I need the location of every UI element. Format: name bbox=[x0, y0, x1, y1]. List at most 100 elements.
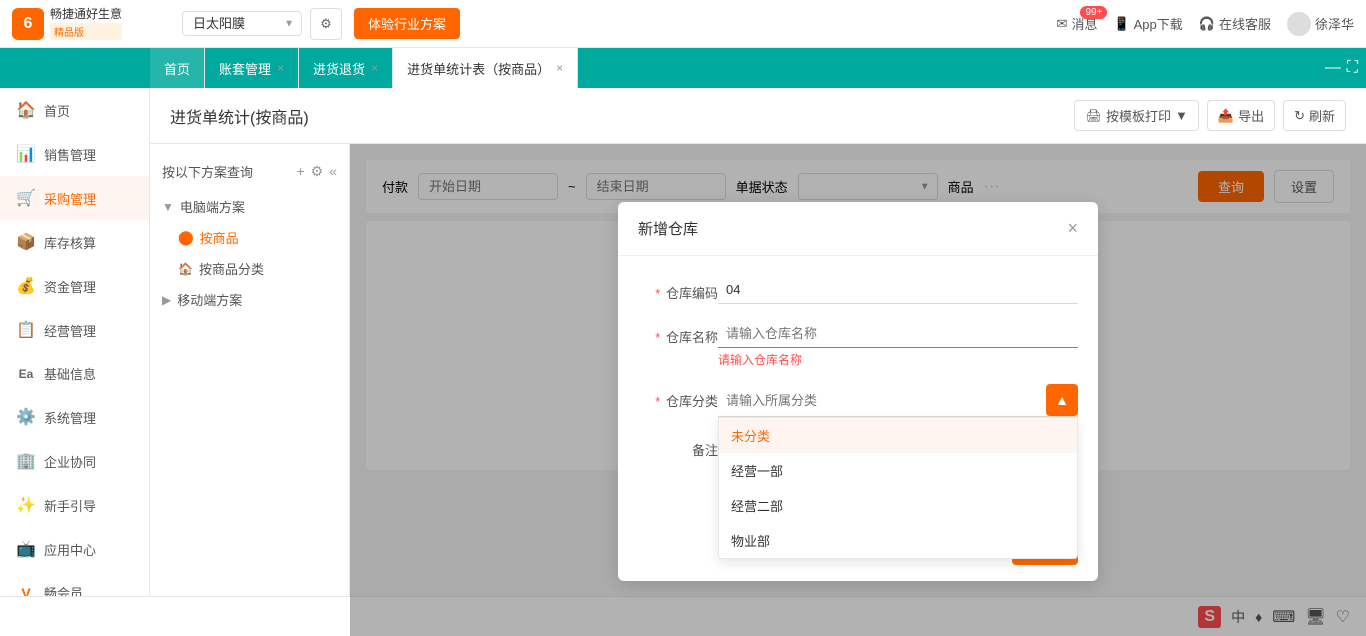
dropdown-option-uncategorized[interactable]: 未分类 bbox=[719, 418, 1077, 453]
content-body: 按以下方案查询 + ⚙ « ▼ 电脑端方案 ⬤ 按商品 🏠 bbox=[150, 144, 1366, 636]
home-icon: 🏠 bbox=[16, 100, 36, 120]
store-select[interactable]: 日太阳膜 bbox=[182, 11, 302, 36]
tree-by-category-label: 按商品分类 bbox=[199, 259, 264, 278]
tab-purchase-return[interactable]: 进货退货 × bbox=[299, 48, 393, 88]
sales-icon: 📊 bbox=[16, 144, 36, 164]
inventory-icon: 📦 bbox=[16, 232, 36, 252]
sidebar-finance-label: 资金管理 bbox=[44, 277, 96, 296]
system-icon: ⚙️ bbox=[16, 407, 36, 427]
sidebar-item-appcenter[interactable]: 📺 应用中心 bbox=[0, 527, 149, 571]
app-download-label: App下载 bbox=[1134, 14, 1183, 33]
tab-home-label: 首页 bbox=[164, 59, 190, 78]
edit-scheme-icon[interactable]: ⚙ bbox=[311, 163, 324, 180]
top-header: 6 畅捷通好生意 精品版 日太阳膜 ▼ ⚙ 体验行业方案 ✉ 消息 99+ 📱 … bbox=[0, 0, 1366, 48]
refresh-label: 刷新 bbox=[1309, 106, 1335, 125]
content-area: 进货单统计(按商品) 🖨 按模板打印 ▼ 📤 导出 ↻ 刷新 bbox=[150, 88, 1366, 636]
tree-desktop-label: 电脑端方案 bbox=[180, 197, 245, 216]
category-dropdown-toggle[interactable]: ▲ bbox=[1046, 384, 1078, 416]
right-panel: 付款 ~ 单据状态 ▼ 商品 ··· 查询 bbox=[350, 144, 1366, 636]
user-menu-button[interactable]: 徐泽华 bbox=[1287, 12, 1354, 36]
tab-minimize-icon[interactable]: — bbox=[1325, 59, 1341, 77]
tabs-bar: 首页 账套管理 × 进货退货 × 进货单统计表（按商品） × — ⛶ bbox=[0, 48, 1366, 88]
warehouse-code-row: * 仓库编码 bbox=[638, 276, 1078, 304]
sidebar-item-guide[interactable]: ✨ 新手引导 bbox=[0, 483, 149, 527]
username-label: 徐泽华 bbox=[1315, 14, 1354, 33]
sidebar-item-purchase[interactable]: 🛒 采购管理 bbox=[0, 176, 149, 220]
sidebar-purchase-label: 采购管理 bbox=[44, 189, 96, 208]
tab-maximize-icon[interactable]: ⛶ bbox=[1347, 59, 1358, 77]
page-title: 进货单统计(按商品) bbox=[170, 104, 309, 128]
tab-purchase-return-label: 进货退货 bbox=[313, 59, 365, 78]
modal-body: * 仓库编码 * 仓库名称 bbox=[618, 256, 1098, 522]
sidebar-item-finance[interactable]: 💰 资金管理 bbox=[0, 264, 149, 308]
modal-header: 新增仓库 × bbox=[618, 202, 1098, 256]
sidebar-item-system[interactable]: ⚙️ 系统管理 bbox=[0, 395, 149, 439]
enterprise-icon: 🏢 bbox=[16, 451, 36, 471]
tree-expand-mobile-icon: ▶ bbox=[162, 293, 171, 307]
warehouse-category-label: * 仓库分类 bbox=[638, 384, 718, 410]
warehouse-category-input[interactable] bbox=[718, 387, 1046, 414]
app-logo-icon: 6 bbox=[12, 8, 44, 40]
tree-subitem-by-category[interactable]: 🏠 按商品分类 bbox=[150, 253, 349, 284]
sidebar-operations-label: 经营管理 bbox=[44, 321, 96, 340]
tab-purchase-return-close-icon[interactable]: × bbox=[371, 61, 378, 75]
message-badge: 99+ bbox=[1080, 6, 1107, 19]
print-icon: 🖨 bbox=[1085, 108, 1102, 124]
sidebar-home-label: 首页 bbox=[44, 101, 70, 120]
warehouse-code-input[interactable] bbox=[718, 276, 1078, 304]
modal-overlay[interactable]: 新增仓库 × * 仓库编码 bbox=[350, 144, 1366, 636]
tab-purchase-stats[interactable]: 进货单统计表（按商品） × bbox=[393, 48, 578, 88]
appcenter-icon: 📺 bbox=[16, 539, 36, 559]
tab-purchase-stats-label: 进货单统计表（按商品） bbox=[407, 59, 550, 78]
left-panel-header: 按以下方案查询 + ⚙ « bbox=[150, 156, 349, 191]
print-button[interactable]: 🖨 按模板打印 ▼ bbox=[1074, 100, 1198, 131]
sidebar-system-label: 系统管理 bbox=[44, 408, 96, 427]
phone-icon: 📱 bbox=[1113, 16, 1129, 32]
print-label: 按模板打印 bbox=[1106, 106, 1171, 125]
try-industry-button[interactable]: 体验行业方案 bbox=[354, 8, 460, 39]
export-label: 导出 bbox=[1238, 106, 1264, 125]
tab-purchase-stats-close-icon[interactable]: × bbox=[556, 61, 563, 75]
store-select-area: 日太阳膜 ▼ ⚙ 体验行业方案 bbox=[182, 8, 460, 40]
dropdown-option-ops1[interactable]: 经营一部 bbox=[719, 453, 1077, 488]
tab-accounts-close-icon[interactable]: × bbox=[277, 61, 284, 75]
tabs-end-buttons: — ⛶ bbox=[1317, 48, 1366, 88]
message-button[interactable]: ✉ 消息 99+ bbox=[1057, 14, 1098, 33]
collapse-icon[interactable]: « bbox=[329, 163, 337, 180]
refresh-button[interactable]: ↻ 刷新 bbox=[1283, 100, 1346, 131]
warehouse-code-label: * 仓库编码 bbox=[638, 276, 718, 302]
add-scheme-icon[interactable]: + bbox=[296, 163, 304, 180]
message-icon: ✉ bbox=[1057, 16, 1068, 32]
finance-icon: 💰 bbox=[16, 276, 36, 296]
warehouse-name-row: * 仓库名称 请输入仓库名称 bbox=[638, 320, 1078, 368]
modal-close-icon[interactable]: × bbox=[1067, 218, 1078, 239]
category-scheme-icon: 🏠 bbox=[178, 262, 193, 276]
sidebar-item-operations[interactable]: 📋 经营管理 bbox=[0, 308, 149, 352]
warehouse-name-error: 请输入仓库名称 bbox=[718, 351, 1078, 368]
warehouse-name-input[interactable] bbox=[718, 320, 1078, 348]
export-button[interactable]: 📤 导出 bbox=[1207, 100, 1275, 131]
settings-gear-button[interactable]: ⚙ bbox=[310, 8, 342, 40]
tab-accounts[interactable]: 账套管理 × bbox=[205, 48, 299, 88]
sidebar-item-sales[interactable]: 📊 销售管理 bbox=[0, 132, 149, 176]
tree-item-mobile[interactable]: ▶ 移动端方案 bbox=[150, 284, 349, 315]
dropdown-option-property[interactable]: 物业部 bbox=[719, 523, 1077, 558]
sidebar-item-inventory[interactable]: 📦 库存核算 bbox=[0, 220, 149, 264]
sidebar-item-home[interactable]: 🏠 首页 bbox=[0, 88, 149, 132]
tree-subitem-by-product[interactable]: ⬤ 按商品 bbox=[150, 222, 349, 253]
left-panel-title: 按以下方案查询 bbox=[162, 162, 253, 181]
tree-item-desktop[interactable]: ▼ 电脑端方案 bbox=[150, 191, 349, 222]
tree-expand-icon: ▼ bbox=[162, 200, 174, 214]
sidebar-item-enterprise[interactable]: 🏢 企业协同 bbox=[0, 439, 149, 483]
warehouse-name-label: * 仓库名称 bbox=[638, 320, 718, 346]
dropdown-option-ops2[interactable]: 经营二部 bbox=[719, 488, 1077, 523]
logo-text: 畅捷通好生意 bbox=[50, 7, 122, 23]
sidebar-inventory-label: 库存核算 bbox=[44, 233, 96, 252]
app-download-button[interactable]: 📱 App下载 bbox=[1113, 14, 1182, 33]
sidebar-item-basic[interactable]: Ea 基础信息 bbox=[0, 352, 149, 395]
guide-icon: ✨ bbox=[16, 495, 36, 515]
online-service-button[interactable]: 🎧 在线客服 bbox=[1199, 14, 1271, 33]
basic-info-icon: Ea bbox=[16, 367, 36, 381]
logo-area: 6 畅捷通好生意 精品版 bbox=[12, 7, 162, 40]
tab-home[interactable]: 首页 bbox=[150, 48, 205, 88]
